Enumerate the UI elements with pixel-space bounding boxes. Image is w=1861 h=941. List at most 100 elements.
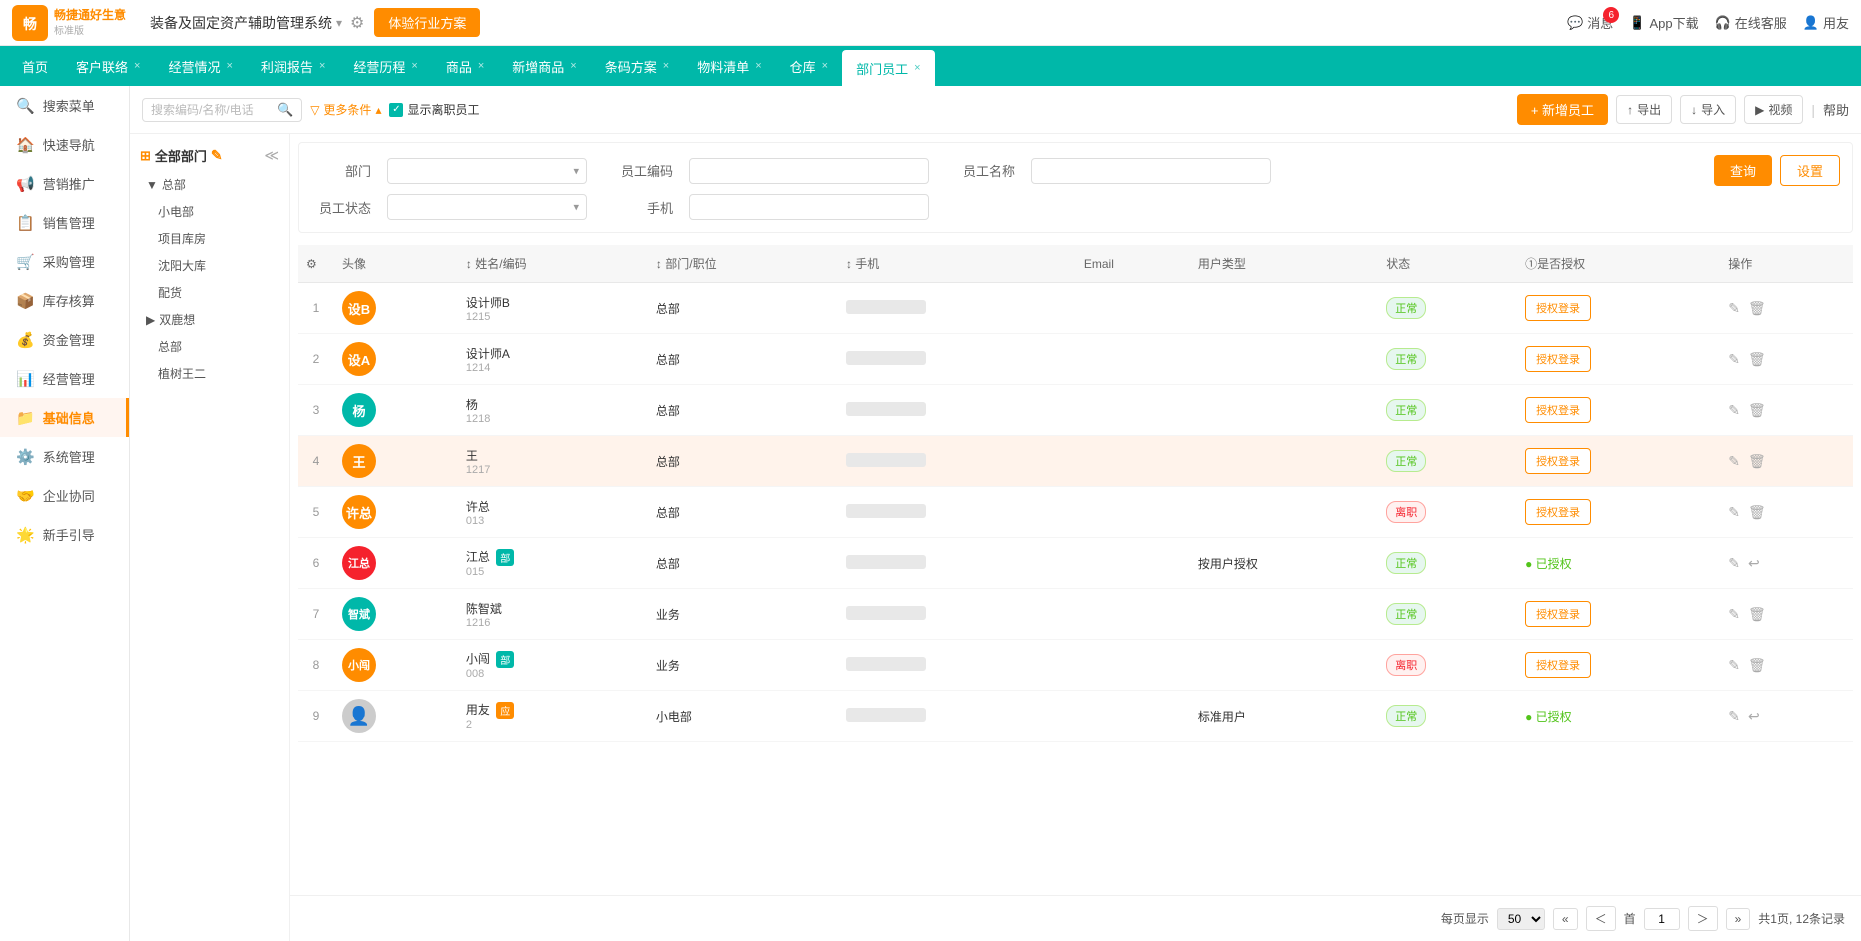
page-number-input[interactable] [1644, 908, 1680, 930]
auth-login-btn[interactable]: 授权登录 [1525, 295, 1591, 321]
sidebar-item-basics[interactable]: 📁 基础信息 [0, 398, 129, 437]
tab-goods[interactable]: 商品 × [432, 46, 498, 86]
set-button[interactable]: 设置 [1780, 155, 1840, 186]
trial-button[interactable]: 体验行业方案 [374, 8, 480, 37]
message-icon-wrap[interactable]: 💬 6 消息 [1567, 13, 1613, 32]
auth-login-btn[interactable]: 授权登录 [1525, 397, 1591, 423]
last-page-btn[interactable]: » [1726, 908, 1751, 930]
delete-icon[interactable]: 🗑 [1748, 657, 1766, 674]
phone-input[interactable] [689, 194, 929, 220]
close-icon[interactable]: × [226, 60, 232, 72]
tab-warehouse[interactable]: 仓库 × [776, 46, 842, 86]
add-employee-button[interactable]: + 新增员工 [1517, 94, 1608, 125]
more-filter-btn[interactable]: ▽ 更多条件 ▴ [310, 101, 381, 118]
prev-page-btn[interactable]: ＜ [1586, 906, 1616, 931]
dept-item-zongbu2[interactable]: 总部 [130, 333, 289, 360]
help-label[interactable]: 帮助 [1823, 100, 1849, 119]
close-icon-active[interactable]: × [914, 62, 920, 74]
edit-icon[interactable]: ✎ [1728, 555, 1740, 572]
gear-icon[interactable]: ⚙ [350, 13, 364, 33]
delete-icon[interactable]: 🗑 [1748, 606, 1766, 623]
import-button[interactable]: ↓ 导入 [1680, 95, 1736, 124]
sidebar-item-finance[interactable]: 💰 资金管理 [0, 320, 129, 359]
video-button[interactable]: ▶ 视频 [1744, 95, 1803, 124]
close-icon[interactable]: × [134, 60, 140, 72]
resigned-checkbox-input[interactable]: ✓ [389, 103, 403, 117]
tab-customer[interactable]: 客户联络 × [62, 46, 154, 86]
tab-history[interactable]: 经营历程 × [339, 46, 431, 86]
dept-select[interactable] [387, 158, 587, 184]
auth-login-btn[interactable]: 授权登录 [1525, 652, 1591, 678]
emp-status-select[interactable] [387, 194, 587, 220]
query-button[interactable]: 查询 [1714, 155, 1772, 186]
sidebar-item-guide[interactable]: 🌟 新手引导 [0, 515, 129, 554]
tab-barcode[interactable]: 条码方案 × [591, 46, 683, 86]
show-resigned-checkbox[interactable]: ✓ 显示离职员工 [389, 101, 479, 118]
sidebar-item-marketing[interactable]: 📢 营销推广 [0, 164, 129, 203]
dept-collapse-icon[interactable]: ≪ [264, 147, 279, 164]
export-button[interactable]: ↑ 导出 [1616, 95, 1672, 124]
edit-icon[interactable]: ✎ [1728, 606, 1740, 623]
sidebar-item-purchase[interactable]: 🛒 采购管理 [0, 242, 129, 281]
tab-profit[interactable]: 利润报告 × [247, 46, 339, 86]
close-icon[interactable]: × [570, 60, 576, 72]
close-icon[interactable]: × [755, 60, 761, 72]
delete-icon[interactable]: 🗑 [1748, 351, 1766, 368]
tab-bom[interactable]: 物料清单 × [683, 46, 775, 86]
sidebar-item-inventory[interactable]: 📦 库存核算 [0, 281, 129, 320]
edit-icon[interactable]: ✎ [1728, 453, 1740, 470]
per-page-select[interactable]: 50 [1497, 908, 1545, 930]
system-title-dropdown-icon[interactable]: ▾ [336, 16, 342, 30]
online-service-btn[interactable]: 🎧 在线客服 [1715, 13, 1787, 32]
edit-icon[interactable]: ✎ [1728, 351, 1740, 368]
dept-edit-icon[interactable]: ✎ [211, 147, 223, 164]
col-dept[interactable]: ↕ 部门/职位 [648, 245, 838, 283]
edit-icon[interactable]: ✎ [1728, 402, 1740, 419]
close-icon[interactable]: × [319, 60, 325, 72]
delete-icon[interactable]: 🗑 [1748, 402, 1766, 419]
dept-item-peihuo[interactable]: 配货 [130, 279, 289, 306]
col-name[interactable]: ↕ 姓名/编码 [458, 245, 648, 283]
tab-add-goods[interactable]: 新增商品 × [498, 46, 590, 86]
sidebar-item-quicknav[interactable]: 🏠 快速导航 [0, 125, 129, 164]
sidebar-item-operations[interactable]: 📊 经营管理 [0, 359, 129, 398]
dept-item-xiaodian[interactable]: 小电部 [130, 198, 289, 225]
close-icon[interactable]: × [822, 60, 828, 72]
auth-login-btn[interactable]: 授权登录 [1525, 448, 1591, 474]
auth-login-btn[interactable]: 授权登录 [1525, 601, 1591, 627]
next-page-btn[interactable]: ＞ [1688, 906, 1718, 931]
delete-icon[interactable]: 🗑 [1748, 504, 1766, 521]
dept-item-zhishu[interactable]: 植树王二 [130, 360, 289, 387]
close-icon[interactable]: × [663, 60, 669, 72]
auth-login-btn[interactable]: 授权登录 [1525, 499, 1591, 525]
close-icon[interactable]: × [478, 60, 484, 72]
dept-item-shenyang[interactable]: 沈阳大库 [130, 252, 289, 279]
sidebar-item-sales[interactable]: 📋 销售管理 [0, 203, 129, 242]
col-phone[interactable]: ↕ 手机 [838, 245, 1076, 283]
delete-icon[interactable]: 🗑 [1748, 300, 1766, 317]
auth-login-btn[interactable]: 授权登录 [1525, 346, 1591, 372]
edit-icon[interactable]: ✎ [1728, 300, 1740, 317]
sidebar-item-collab[interactable]: 🤝 企业协同 [0, 476, 129, 515]
edit-icon[interactable]: ✎ [1728, 504, 1740, 521]
emp-name-input[interactable] [1031, 158, 1271, 184]
close-icon[interactable]: × [411, 60, 417, 72]
restore-icon[interactable]: ↩ [1748, 555, 1760, 572]
sidebar-item-search[interactable]: 🔍 搜索菜单 [0, 86, 129, 125]
first-page-btn[interactable]: « [1553, 908, 1578, 930]
dept-item-shuanglu[interactable]: ▶ 双鹿想 [130, 306, 289, 333]
delete-icon[interactable]: 🗑 [1748, 453, 1766, 470]
sidebar-item-system[interactable]: ⚙️ 系统管理 [0, 437, 129, 476]
col-settings[interactable]: ⚙ [298, 245, 334, 283]
tab-department[interactable]: 部门员工 × [842, 50, 934, 86]
restore-icon[interactable]: ↩ [1748, 708, 1760, 725]
app-download-btn[interactable]: 📱 App下载 [1629, 13, 1698, 32]
search-input[interactable] [151, 103, 271, 117]
tab-home[interactable]: 首页 [8, 46, 62, 86]
dept-item-xiangmu[interactable]: 项目库房 [130, 225, 289, 252]
edit-icon[interactable]: ✎ [1728, 657, 1740, 674]
dept-item-zongbu-parent[interactable]: ▼ 总部 [130, 171, 289, 198]
edit-icon[interactable]: ✎ [1728, 708, 1740, 725]
user-avatar[interactable]: 👤 用友 [1803, 13, 1849, 32]
emp-code-input[interactable] [689, 158, 929, 184]
